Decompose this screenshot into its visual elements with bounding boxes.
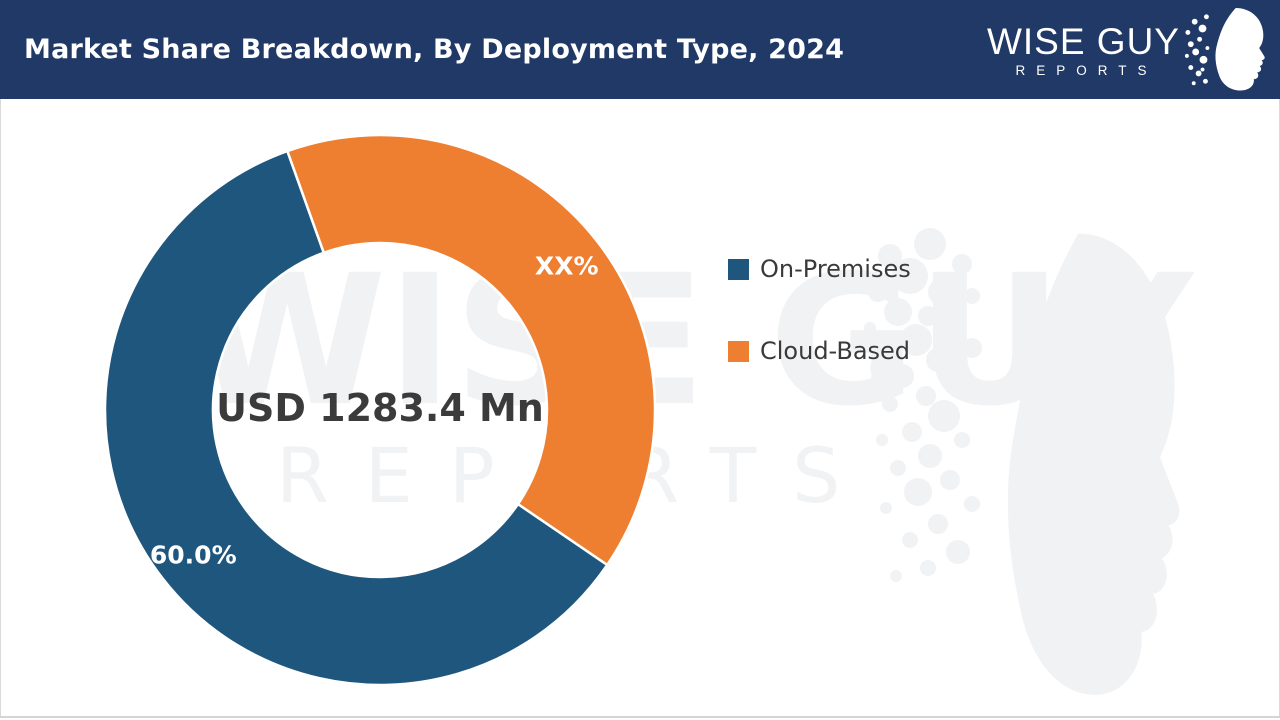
slice-label-on-premises: 60.0%	[150, 540, 237, 569]
legend-swatch-cloud-based-icon	[728, 340, 749, 362]
legend-item-label: Cloud-Based	[760, 337, 911, 365]
header-bar: Market Share Breakdown, By Deployment Ty…	[0, 0, 1280, 99]
bottom-border-line	[0, 716, 1280, 718]
legend: On-Premises Cloud-Based	[728, 257, 911, 363]
legend-item-on-premises: On-Premises	[728, 257, 911, 281]
center-value: USD 1283.4 Mn	[216, 386, 544, 430]
legend-swatch-on-premises-icon	[728, 258, 749, 280]
slice-label-cloud-based: XX%	[535, 252, 599, 281]
page-root: { "page": { "background": "#ffffff", "bo…	[0, 0, 1280, 720]
donut-slice-cloud-based	[285, 133, 657, 567]
legend-item-label: On-Premises	[760, 255, 911, 283]
wiseguy-logo: WISE GUY REPORTS	[987, 6, 1266, 94]
logo-wordmark: WISE GUY	[986, 20, 1180, 62]
logo-subtitle: REPORTS	[1015, 62, 1158, 78]
page-title: Market Share Breakdown, By Deployment Ty…	[24, 34, 845, 65]
logo-text: WISE GUY REPORTS	[987, 23, 1180, 78]
donut-chart: USD 1283.4 Mn 60.0% XX%	[103, 133, 657, 687]
legend-item-cloud-based: Cloud-Based	[728, 339, 911, 363]
wiseguy-face-icon	[1184, 8, 1265, 91]
